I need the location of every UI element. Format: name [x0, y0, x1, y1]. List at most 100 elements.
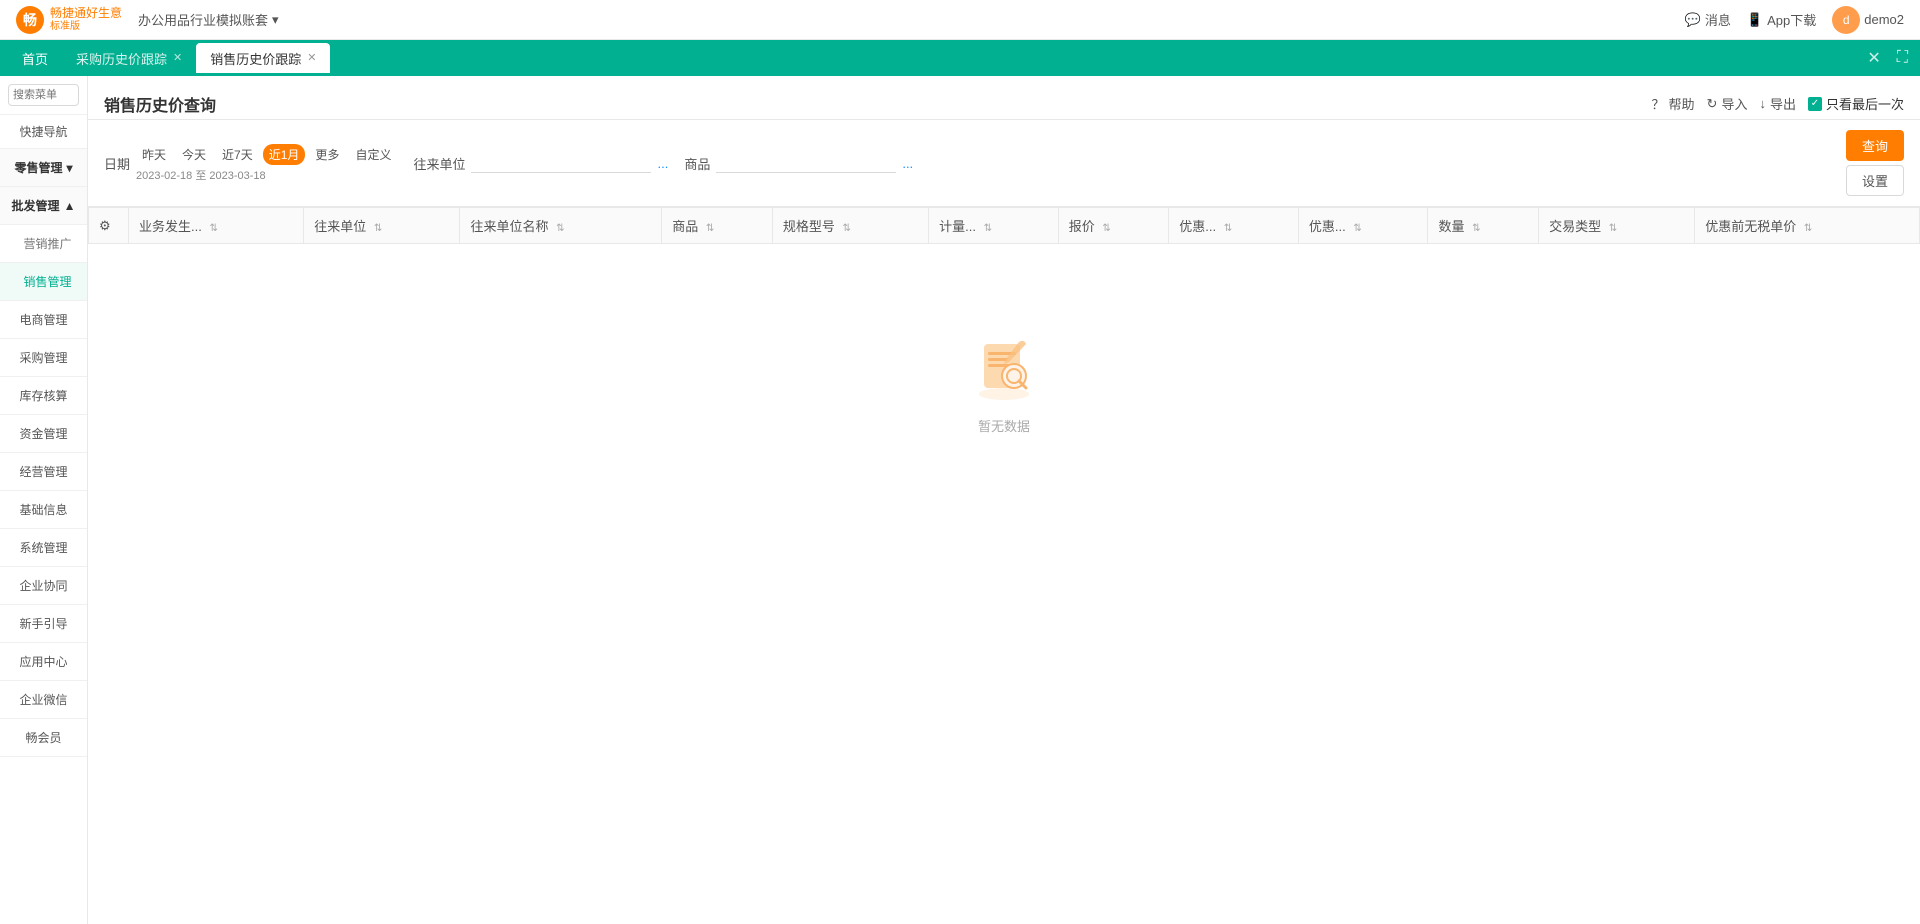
data-table: ⚙ 业务发生... ⇅ 往来单位 ⇅ 往来单位名称 ⇅: [88, 207, 1920, 244]
col-partner-name[interactable]: 往来单位名称 ⇅: [460, 208, 662, 244]
help-icon: ？: [1652, 94, 1665, 113]
col-settings[interactable]: ⚙: [89, 208, 129, 244]
date-filter-group: 日期 昨天 今天 近7天 近1月 更多 自定义 2023-02-18 至 202…: [104, 144, 397, 183]
partner-picker-icon[interactable]: ...: [657, 156, 668, 171]
chevron-icon: ▾: [66, 161, 72, 175]
sidebar-item-app-center[interactable]: 应用中心: [0, 643, 87, 681]
sidebar-item-finance[interactable]: 资金管理: [0, 415, 87, 453]
sidebar-item-wholesale[interactable]: 批发管理 ▲: [0, 187, 87, 225]
tab-sales-history[interactable]: 销售历史价跟踪 ✕: [196, 43, 330, 73]
tab-home[interactable]: 首页: [8, 43, 62, 73]
goods-picker-icon[interactable]: ...: [902, 156, 913, 171]
sidebar-item-sales[interactable]: 销售管理: [0, 263, 87, 301]
col-trade-type[interactable]: 交易类型 ⇅: [1539, 208, 1695, 244]
sort-icon: ⇅: [1224, 223, 1232, 234]
message-icon: 💬: [1685, 12, 1701, 28]
user-profile[interactable]: d demo2: [1832, 6, 1904, 34]
sidebar-item-guide[interactable]: 新手引导: [0, 605, 87, 643]
col-partner-code[interactable]: 往来单位 ⇅: [304, 208, 460, 244]
tab-fullscreen-icon[interactable]: ⛶: [1893, 47, 1912, 69]
help-button[interactable]: ？ 帮助: [1652, 94, 1695, 113]
checkbox-checked-icon: ✓: [1808, 97, 1822, 111]
settings-button[interactable]: 设置: [1846, 165, 1904, 196]
col-discount1[interactable]: 优惠... ⇅: [1169, 208, 1299, 244]
date-custom[interactable]: 自定义: [349, 144, 397, 165]
sidebar-item-basic-info[interactable]: 基础信息: [0, 491, 87, 529]
header-left: 畅 畅捷通好生意 标准版 办公用品行业模拟账套 ▾: [16, 6, 287, 34]
logo-area: 畅 畅捷通好生意 标准版: [16, 6, 122, 34]
sidebar-item-inventory[interactable]: 库存核算: [0, 377, 87, 415]
date-yesterday[interactable]: 昨天: [136, 144, 172, 165]
main-layout: 快捷导航 零售管理 ▾ 批发管理 ▲ 营销推广 销售管理 电商管理 采购管理 库…: [0, 76, 1920, 924]
tab-bar-actions: ✕ ⛶: [1863, 46, 1912, 70]
import-icon: ↻: [1707, 96, 1718, 112]
import-button[interactable]: ↻ 导入: [1707, 94, 1748, 113]
tab-purchase-close-icon[interactable]: ✕: [173, 53, 182, 64]
chevron-icon: ▲: [64, 199, 76, 213]
goods-input[interactable]: [716, 153, 896, 173]
avatar: d: [1832, 6, 1860, 34]
date-filter-row: 昨天 今天 近7天 近1月 更多 自定义 2023-02-18 至 2023-0…: [136, 144, 397, 183]
export-icon: ↓: [1759, 96, 1766, 111]
col-quantity[interactable]: 数量 ⇅: [1428, 208, 1539, 244]
date-7days[interactable]: 近7天: [216, 144, 259, 165]
sidebar-nav-label[interactable]: 快捷导航: [0, 115, 87, 149]
query-button[interactable]: 查询: [1846, 130, 1904, 161]
sidebar-item-marketing[interactable]: 营销推广: [0, 225, 87, 263]
sidebar-item-operations[interactable]: 经营管理: [0, 453, 87, 491]
col-biz-date[interactable]: 业务发生... ⇅: [129, 208, 304, 244]
sort-icon: ⇅: [706, 223, 714, 234]
col-quote[interactable]: 报价 ⇅: [1058, 208, 1169, 244]
date-label: 日期: [104, 154, 130, 173]
sort-icon: ⇅: [984, 223, 992, 234]
col-goods[interactable]: 商品 ⇅: [662, 208, 773, 244]
sidebar-item-system[interactable]: 系统管理: [0, 529, 87, 567]
date-1month[interactable]: 近1月: [263, 144, 306, 165]
only-last-checkbox[interactable]: ✓ 只看最后一次: [1808, 94, 1904, 113]
sidebar-item-ecommerce[interactable]: 电商管理: [0, 301, 87, 339]
sort-icon: ⇅: [843, 223, 851, 234]
partner-label: 往来单位: [413, 154, 465, 173]
app-download-button[interactable]: 📱 App下载: [1747, 10, 1816, 29]
app-selector[interactable]: 办公用品行业模拟账套 ▾: [130, 6, 287, 33]
header-right: 💬 消息 📱 App下载 d demo2: [1685, 6, 1904, 34]
page-header: 销售历史价查询 ？ 帮助 ↻ 导入 ↓ 导出 ✓ 只看最后一次: [88, 76, 1920, 120]
empty-state: 暂无数据: [88, 244, 1920, 515]
sidebar-item-enterprise-wechat[interactable]: 企业微信: [0, 681, 87, 719]
filter-buttons: 查询 设置: [1846, 130, 1904, 196]
top-header: 畅 畅捷通好生意 标准版 办公用品行业模拟账套 ▾ 💬 消息 📱 App下载 d…: [0, 0, 1920, 40]
sort-icon: ⇅: [556, 223, 564, 234]
empty-text: 暂无数据: [978, 416, 1030, 435]
goods-filter-group: 商品 ...: [684, 153, 913, 173]
export-button[interactable]: ↓ 导出: [1759, 94, 1796, 113]
sort-icon: ⇅: [1102, 223, 1110, 234]
date-today[interactable]: 今天: [176, 144, 212, 165]
message-button[interactable]: 💬 消息: [1685, 10, 1731, 29]
sidebar-item-enterprise[interactable]: 企业协同: [0, 567, 87, 605]
logo-text: 畅捷通好生意 标准版: [50, 6, 122, 32]
sidebar-search-area: [0, 76, 87, 115]
col-unit[interactable]: 计量... ⇅: [929, 208, 1059, 244]
date-range-text: 2023-02-18 至 2023-03-18: [136, 167, 397, 183]
sort-icon: ⇅: [374, 223, 382, 234]
sidebar-item-purchase[interactable]: 采购管理: [0, 339, 87, 377]
sort-icon: ⇅: [1472, 223, 1480, 234]
partner-input[interactable]: [471, 153, 651, 173]
logo-icon: 畅: [16, 6, 44, 34]
tab-sales-close-icon[interactable]: ✕: [307, 53, 316, 64]
sort-icon: ⇅: [1609, 223, 1617, 234]
col-spec[interactable]: 规格型号 ⇅: [772, 208, 928, 244]
sidebar: 快捷导航 零售管理 ▾ 批发管理 ▲ 营销推广 销售管理 电商管理 采购管理 库…: [0, 76, 88, 924]
col-discount2[interactable]: 优惠... ⇅: [1298, 208, 1428, 244]
empty-illustration: [964, 324, 1044, 404]
download-icon: 📱: [1747, 12, 1763, 28]
chevron-down-icon: ▾: [272, 12, 279, 28]
sidebar-item-vip[interactable]: 畅会员: [0, 719, 87, 757]
tab-purchase-history[interactable]: 采购历史价跟踪 ✕: [62, 43, 196, 73]
search-input[interactable]: [8, 84, 79, 106]
date-more[interactable]: 更多: [309, 144, 345, 165]
col-pre-tax-price[interactable]: 优惠前无税单价 ⇅: [1695, 208, 1920, 244]
sort-icon: ⇅: [1353, 223, 1361, 234]
tab-close-all-icon[interactable]: ✕: [1863, 46, 1884, 70]
sidebar-item-retail[interactable]: 零售管理 ▾: [0, 149, 87, 187]
